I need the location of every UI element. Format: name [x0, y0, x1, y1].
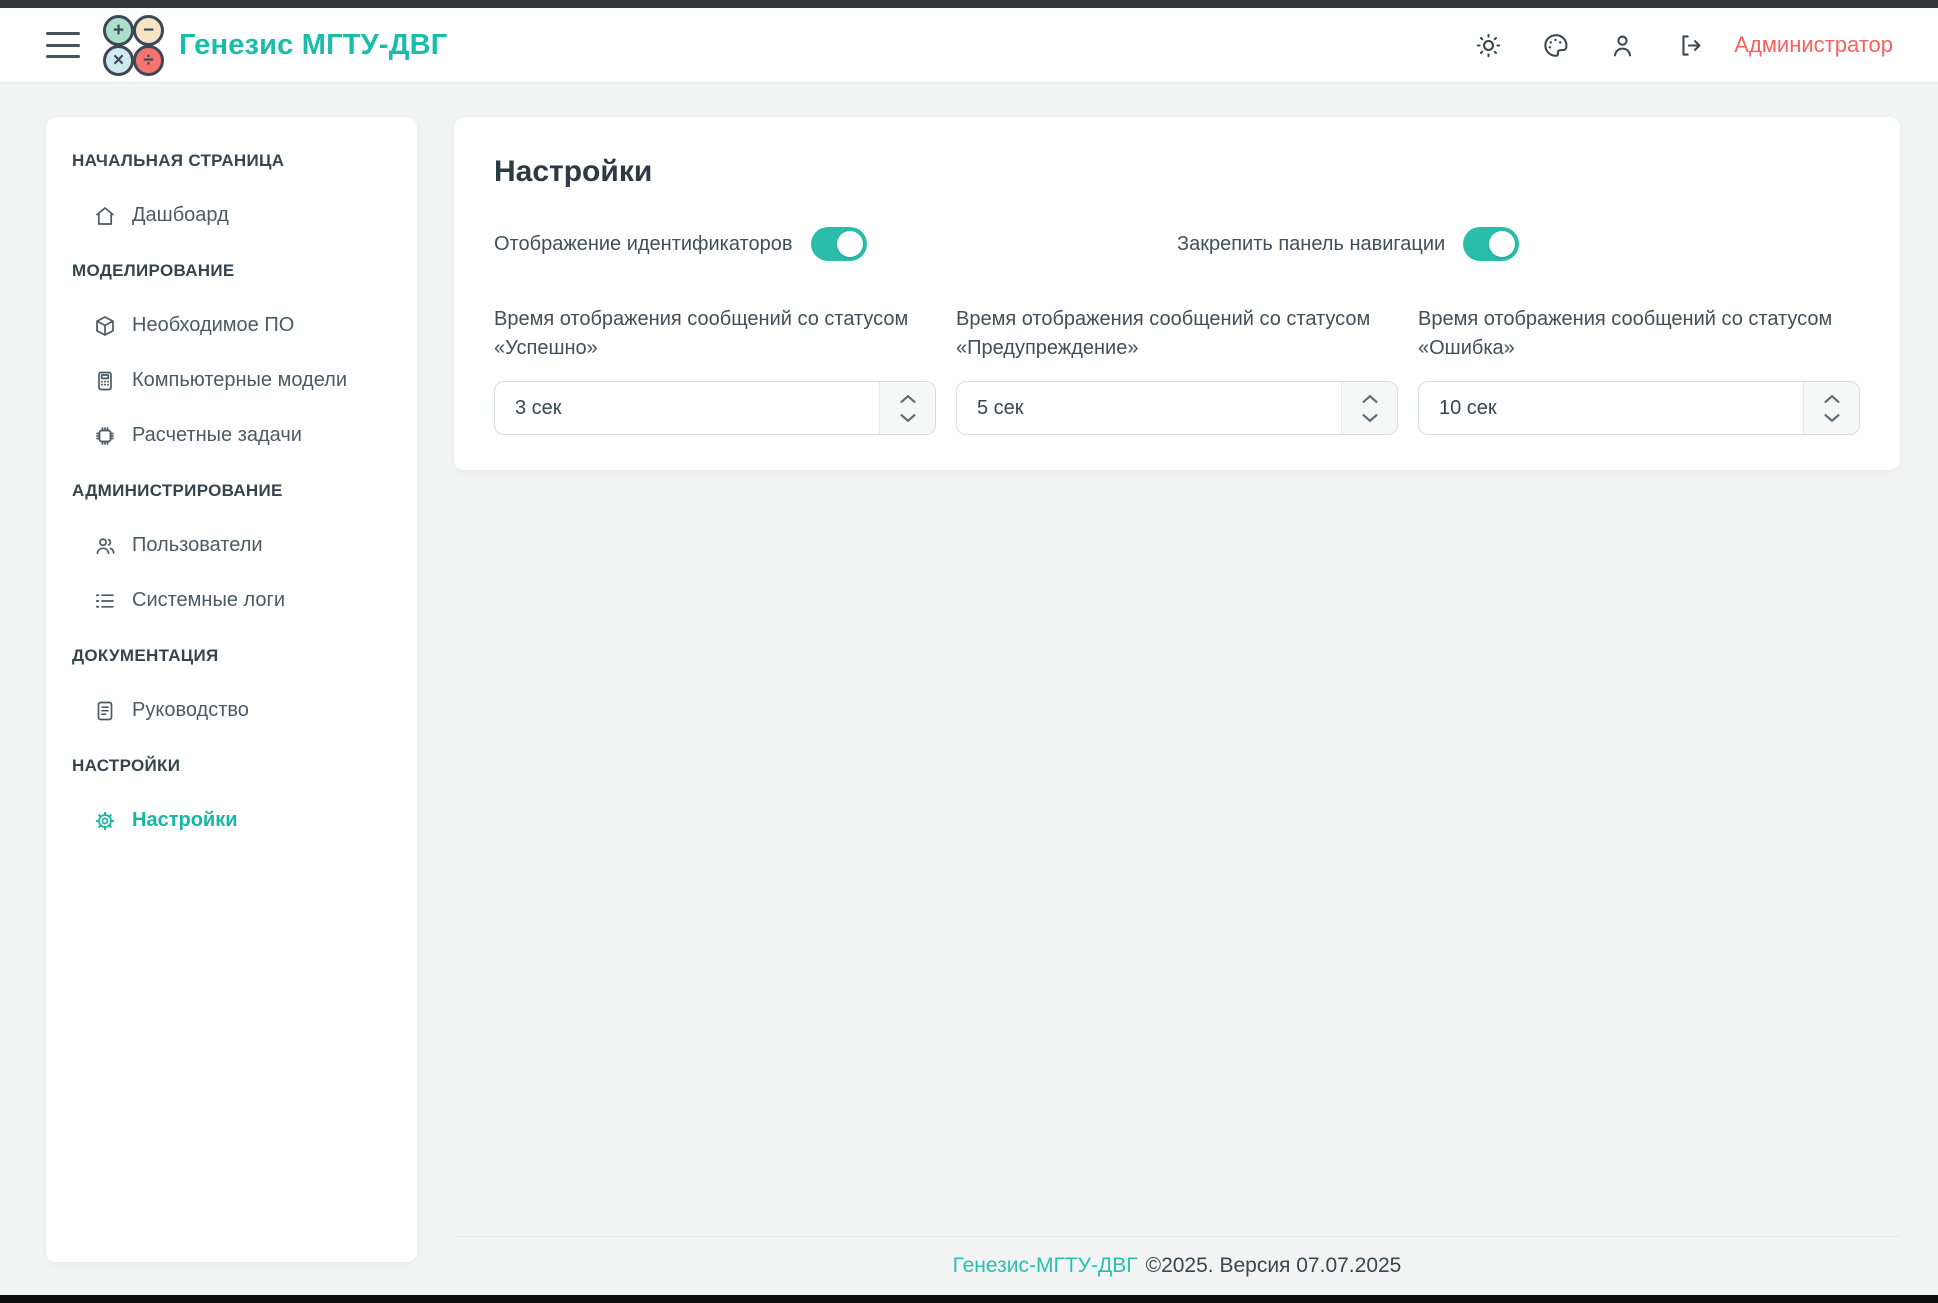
toggle-knob: [836, 231, 863, 257]
book-icon: [93, 699, 117, 723]
decrement-icon[interactable]: [1823, 413, 1841, 423]
decrement-icon[interactable]: [899, 413, 917, 423]
calculator-icon: [93, 369, 117, 393]
home-icon: [93, 204, 117, 228]
sidebar-item-dashboard[interactable]: Дашбоард: [46, 188, 417, 243]
sidebar-item-label: Руководство: [132, 699, 249, 721]
users-icon: [93, 534, 117, 558]
pin-navigation-toggle[interactable]: [1463, 227, 1520, 261]
times-operator-icon: ×: [103, 44, 134, 76]
sidebar-item-settings[interactable]: Настройки: [46, 793, 417, 848]
field-label: Время отображения сообщений со статусом …: [494, 308, 909, 359]
menu-icon[interactable]: [46, 32, 80, 58]
sidebar-section-home: НАЧАЛЬНАЯ СТРАНИЦА: [72, 150, 285, 170]
footer-brand-link[interactable]: Генезис-МГТУ-ДВГ: [953, 1254, 1138, 1278]
stepper: [879, 382, 935, 434]
sidebar-item-label: Расчетные задачи: [132, 424, 302, 446]
field-warning-duration: Время отображения сообщений со статусом …: [956, 305, 1398, 435]
gear-icon: [93, 809, 117, 833]
show-identifiers-toggle[interactable]: [810, 227, 867, 261]
stepper: [1341, 382, 1397, 434]
window-bottom-strip: [0, 1295, 1938, 1303]
sidebar-item-label: Настройки: [132, 809, 238, 831]
window-top-strip: [0, 0, 1938, 8]
footer-version-text: ©2025. Версия 07.07.2025: [1145, 1254, 1402, 1277]
user-role-label[interactable]: Администратор: [1734, 32, 1893, 58]
sidebar-item-manual[interactable]: Руководство: [46, 683, 417, 738]
toggle-knob: [1489, 231, 1516, 257]
error-duration-input[interactable]: [1419, 382, 1803, 434]
sidebar-item-required-software[interactable]: Необходимое ПО: [46, 298, 417, 353]
page-footer: Генезис-МГТУ-ДВГ ©2025. Версия 07.07.202…: [454, 1236, 1900, 1295]
stepper: [1803, 382, 1859, 434]
sidebar-item-label: Пользователи: [132, 534, 263, 556]
field-error-duration: Время отображения сообщений со статусом …: [1418, 305, 1860, 435]
field-success-duration: Время отображения сообщений со статусом …: [494, 305, 936, 435]
list-icon: [93, 589, 117, 613]
divide-operator-icon: ÷: [133, 44, 164, 76]
toggle-label: Отображение идентификаторов: [494, 232, 793, 255]
toggle-label: Закрепить панель навигации: [1177, 232, 1446, 255]
package-icon: [93, 314, 117, 338]
increment-icon[interactable]: [1823, 394, 1841, 404]
sidebar-section-settings: НАСТРОЙКИ: [72, 755, 181, 775]
sidebar-item-computation-tasks[interactable]: Расчетные задачи: [46, 408, 417, 463]
app-logo-math-operators: + − × ÷: [103, 14, 164, 76]
cpu-icon: [93, 424, 117, 448]
sidebar-item-users[interactable]: Пользователи: [46, 518, 417, 573]
toggle-group-pin-navigation: Закрепить панель навигации: [1177, 227, 1860, 261]
sidebar-nav: НАЧАЛЬНАЯ СТРАНИЦА Дашбоард МОДЕЛИРОВАНИ…: [46, 117, 417, 1262]
minus-operator-icon: −: [133, 14, 164, 46]
app-header: + − × ÷ Генезис МГТУ-ДВГ Администратор: [0, 8, 1938, 83]
sidebar-item-label: Необходимое ПО: [132, 314, 295, 336]
sidebar-section-modeling: МОДЕЛИРОВАНИЕ: [72, 260, 235, 280]
sidebar-item-computer-models[interactable]: Компьютерные модели: [46, 353, 417, 408]
increment-icon[interactable]: [899, 394, 917, 404]
user-icon[interactable]: [1608, 31, 1637, 60]
settings-panel: Настройки Отображение идентификаторов За…: [454, 117, 1900, 470]
sidebar-item-system-logs[interactable]: Системные логи: [46, 573, 417, 628]
sidebar-item-label: Компьютерные модели: [132, 369, 348, 391]
sidebar-item-label: Дашбоард: [132, 204, 229, 226]
palette-icon[interactable]: [1541, 31, 1570, 60]
success-duration-input[interactable]: [495, 382, 879, 434]
sidebar-section-documentation: ДОКУМЕНТАЦИЯ: [72, 645, 219, 665]
app-title: Генезис МГТУ-ДВГ: [179, 28, 448, 61]
warning-duration-input[interactable]: [957, 382, 1341, 434]
increment-icon[interactable]: [1361, 394, 1379, 404]
logout-icon[interactable]: [1675, 31, 1704, 60]
sidebar-section-administration: АДМИНИСТРИРОВАНИЕ: [72, 480, 283, 500]
decrement-icon[interactable]: [1361, 413, 1379, 423]
sidebar-item-label: Системные логи: [132, 589, 286, 611]
plus-operator-icon: +: [103, 14, 134, 46]
toggle-group-show-identifiers: Отображение идентификаторов: [494, 227, 1177, 261]
page-title: Настройки: [494, 155, 653, 188]
field-label: Время отображения сообщений со статусом …: [956, 308, 1371, 359]
field-label: Время отображения сообщений со статусом …: [1418, 308, 1833, 359]
theme-sun-icon[interactable]: [1474, 31, 1503, 60]
